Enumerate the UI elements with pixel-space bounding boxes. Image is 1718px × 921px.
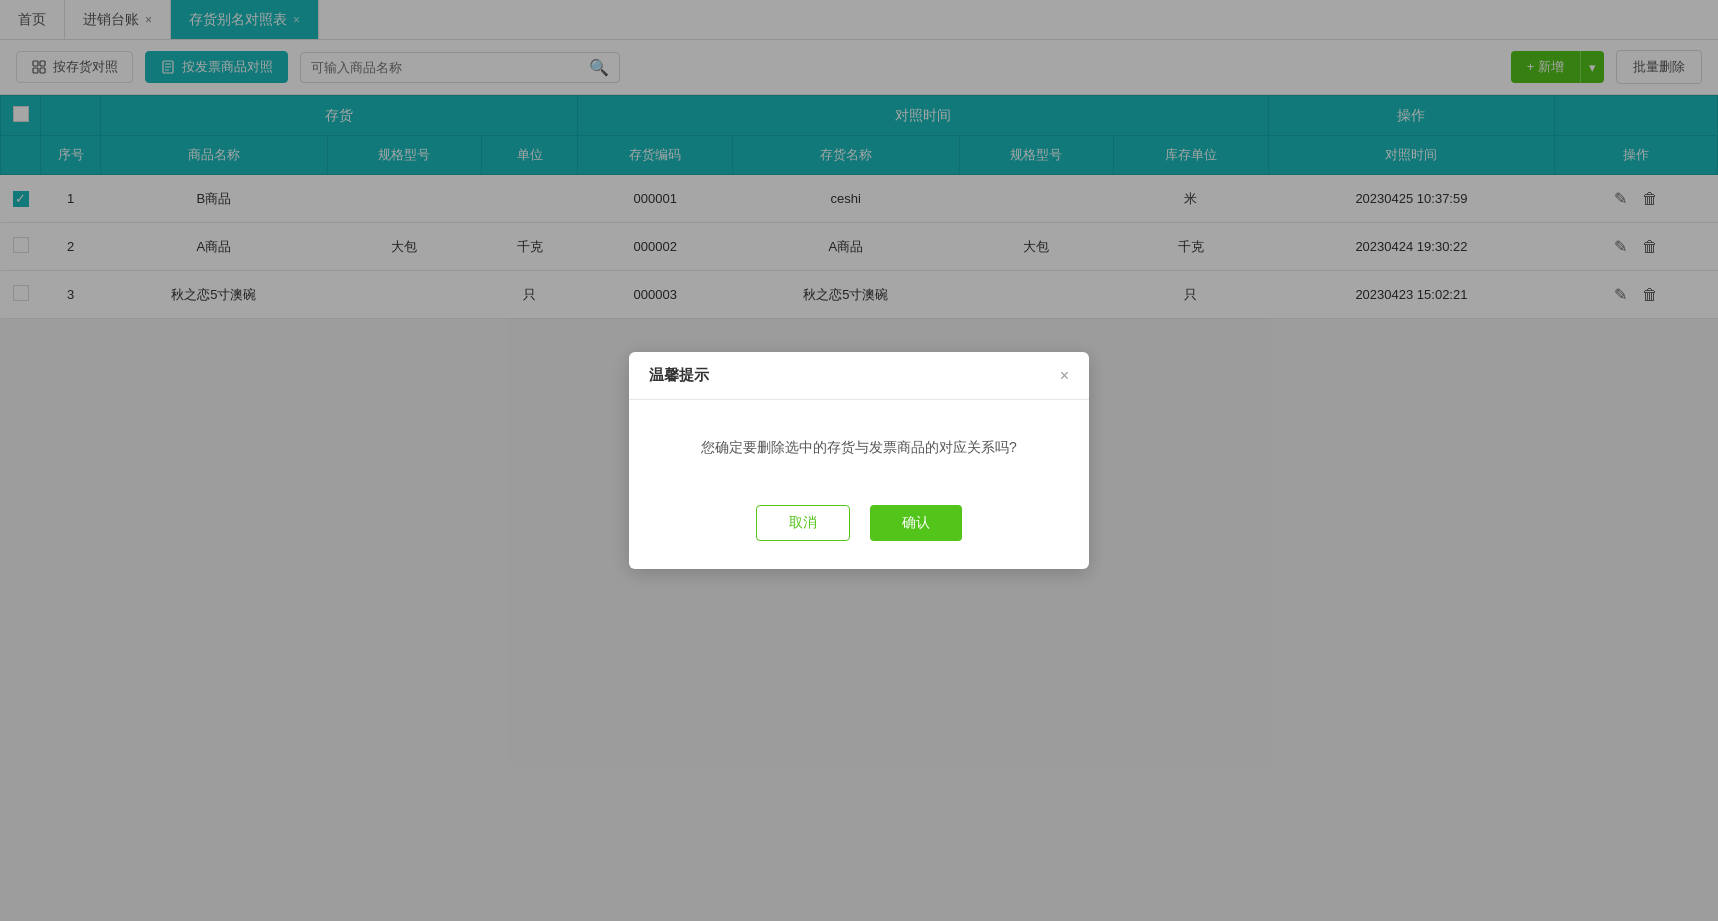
modal-overlay: 温馨提示 × 您确定要删除选中的存货与发票商品的对应关系吗? 取消 确认 — [0, 0, 1718, 319]
